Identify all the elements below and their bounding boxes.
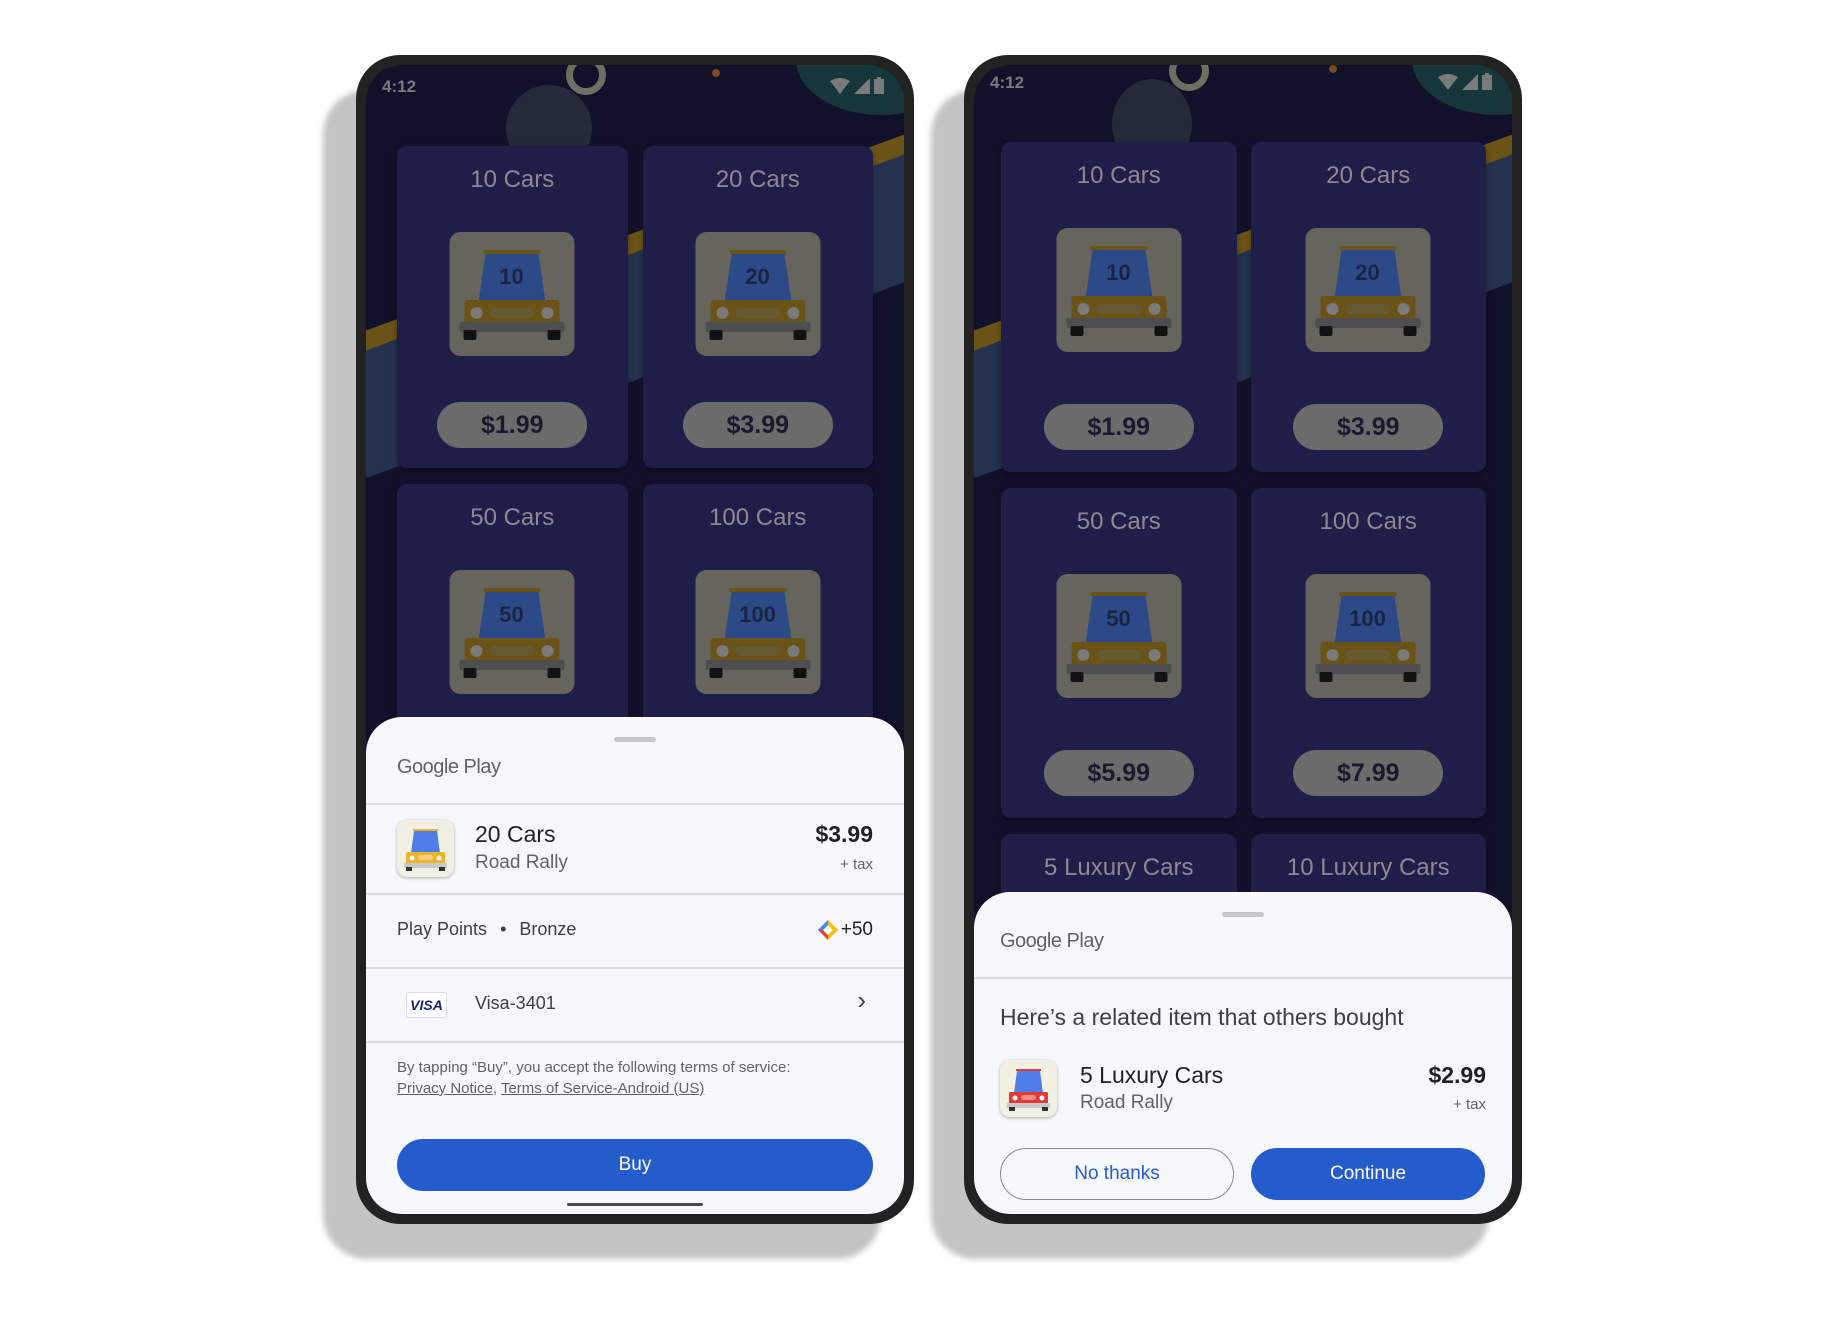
item-tax-note: + tax bbox=[1453, 1096, 1486, 1113]
battery-icon bbox=[1482, 73, 1492, 90]
bg-ring bbox=[566, 65, 606, 95]
status-time: 4:12 bbox=[990, 73, 1025, 92]
car-badge: 50 bbox=[500, 602, 524, 627]
red-car-icon bbox=[1000, 1060, 1057, 1117]
continue-button[interactable]: Continue bbox=[1251, 1148, 1485, 1200]
car-icon: 10 bbox=[449, 232, 575, 356]
price-button[interactable]: $3.99 bbox=[682, 402, 833, 448]
car-icon: 20 bbox=[695, 232, 821, 356]
divider bbox=[974, 977, 1512, 979]
store-card[interactable]: 50 Cars 50 $5.99 bbox=[1001, 488, 1237, 818]
status-icons bbox=[1438, 73, 1492, 90]
terms-of-service-link[interactable]: Terms of Service-Android (US) bbox=[501, 1080, 704, 1097]
play-points-title: Play Points bbox=[397, 919, 488, 939]
divider bbox=[366, 1041, 904, 1043]
screen: 4:12 10 Cars 10 $1.99 20 Cars 20 $3.99 5… bbox=[974, 65, 1512, 1214]
play-points-row: Play Points • Bronze +50 bbox=[366, 895, 904, 967]
store-grid: 10 Cars 10 $1.99 20 Cars 20 $3.99 50 Car… bbox=[1001, 142, 1486, 914]
home-indicator[interactable] bbox=[567, 1203, 703, 1206]
car-icon: 10 bbox=[1056, 228, 1182, 352]
terms-of-service-text: By tapping “Buy”, you accept the followi… bbox=[397, 1057, 873, 1099]
play-points-label: Play Points • Bronze bbox=[397, 919, 576, 940]
status-time: 4:12 bbox=[382, 77, 417, 96]
card-title: 10 Luxury Cars bbox=[1286, 854, 1450, 881]
item-app-name: Road Rally bbox=[475, 852, 568, 873]
payment-method-row[interactable]: VISA Visa-3401 › bbox=[366, 969, 904, 1041]
car-badge: 20 bbox=[1356, 260, 1380, 285]
bg-dot bbox=[712, 69, 720, 77]
car-icon: 50 bbox=[449, 570, 575, 694]
item-app-name: Road Rally bbox=[1080, 1092, 1173, 1113]
bg-dot bbox=[1329, 65, 1337, 73]
wifi-icon bbox=[1438, 74, 1458, 90]
card-title: 20 Cars bbox=[1326, 162, 1411, 189]
car-badge: 20 bbox=[745, 264, 769, 289]
purchase-item-row: 20 Cars Road Rally $3.99 + tax bbox=[366, 805, 904, 893]
car-badge: 50 bbox=[1106, 606, 1130, 631]
store-card[interactable]: 10 Cars 10 $1.99 bbox=[1001, 142, 1237, 472]
car-icon: 50 bbox=[1056, 574, 1182, 698]
screen: 4:12 10 Cars 10 $1.99 20 Cars 20 $3.99 5… bbox=[366, 65, 904, 1214]
play-points-tier: Bronze bbox=[519, 919, 577, 939]
card-title: 50 Cars bbox=[470, 504, 555, 531]
price-button[interactable]: $1.99 bbox=[1043, 404, 1194, 450]
payment-method-label: Visa-3401 bbox=[475, 993, 556, 1013]
google-play-logo: Google Play bbox=[397, 756, 501, 778]
store-grid: 10 Cars 10 $1.99 20 Cars 20 $3.99 50 Car… bbox=[397, 146, 873, 806]
card-title: 10 Cars bbox=[1076, 162, 1161, 189]
wifi-icon bbox=[830, 78, 850, 94]
card-title: 100 Cars bbox=[1319, 508, 1417, 535]
visa-card-icon: VISA bbox=[406, 992, 447, 1018]
privacy-notice-link[interactable]: Privacy Notice bbox=[397, 1080, 493, 1097]
car-badge: 10 bbox=[500, 264, 524, 289]
item-price: $2.99 bbox=[1428, 1062, 1486, 1088]
car-icon: 100 bbox=[1305, 574, 1431, 698]
item-price: $3.99 bbox=[815, 821, 873, 847]
car-icon: 20 bbox=[1305, 228, 1431, 352]
card-title: 50 Cars bbox=[1076, 508, 1161, 535]
price-button[interactable]: $7.99 bbox=[1293, 750, 1444, 796]
cellular-signal-icon bbox=[854, 78, 870, 94]
store-card[interactable]: 10 Cars 10 $1.99 bbox=[397, 146, 628, 468]
item-title: 5 Luxury Cars bbox=[1080, 1062, 1224, 1088]
upsell-bottom-sheet: Google Play Here’s a related item that o… bbox=[974, 892, 1512, 1214]
phone-left: 4:12 10 Cars 10 $1.99 20 Cars 20 $3.99 5… bbox=[356, 55, 914, 1224]
car-badge: 100 bbox=[1349, 606, 1386, 631]
play-points-value: +50 bbox=[840, 919, 873, 940]
item-title: 20 Cars bbox=[475, 821, 556, 847]
car-badge: 10 bbox=[1106, 260, 1130, 285]
sheet-drag-handle[interactable] bbox=[1222, 912, 1264, 917]
car-icon: 100 bbox=[695, 570, 821, 694]
terms-comma: , bbox=[492, 1080, 498, 1097]
card-title: 100 Cars bbox=[709, 504, 807, 531]
price-button[interactable]: $1.99 bbox=[437, 402, 588, 448]
upsell-heading: Here’s a related item that others bought bbox=[1000, 1004, 1404, 1030]
terms-text: By tapping “Buy”, you accept the followi… bbox=[397, 1059, 791, 1076]
play-points-icon bbox=[818, 920, 838, 940]
battery-icon bbox=[874, 77, 884, 94]
price-button[interactable]: $3.99 bbox=[1293, 404, 1444, 450]
store-card[interactable]: 20 Cars 20 $3.99 bbox=[1250, 142, 1486, 472]
cellular-signal-icon bbox=[1462, 74, 1478, 90]
store-card[interactable]: 20 Cars 20 $3.99 bbox=[642, 146, 873, 468]
store-card[interactable]: 100 Cars 100 $7.99 bbox=[1250, 488, 1486, 818]
car-badge: 100 bbox=[739, 602, 776, 627]
chevron-right-icon[interactable]: › bbox=[857, 985, 866, 1016]
card-title: 5 Luxury Cars bbox=[1044, 854, 1194, 881]
google-play-logo: Google Play bbox=[1000, 930, 1104, 952]
separator-dot: • bbox=[500, 919, 507, 939]
status-icons bbox=[830, 77, 884, 94]
yellow-car-icon bbox=[397, 820, 454, 877]
buy-button[interactable]: Buy bbox=[397, 1139, 873, 1191]
item-tax-note: + tax bbox=[840, 856, 873, 873]
card-title: 10 Cars bbox=[470, 166, 555, 193]
upsell-item-row[interactable]: 5 Luxury Cars Road Rally $2.99 + tax bbox=[974, 1052, 1512, 1132]
phone-right: 4:12 10 Cars 10 $1.99 20 Cars 20 $3.99 5… bbox=[964, 55, 1522, 1224]
card-title: 20 Cars bbox=[715, 166, 800, 193]
price-button[interactable]: $5.99 bbox=[1043, 750, 1194, 796]
no-thanks-button[interactable]: No thanks bbox=[1000, 1148, 1234, 1200]
purchase-bottom-sheet: Google Play 20 Cars Road Rally $3.99 + t… bbox=[366, 717, 904, 1214]
sheet-drag-handle[interactable] bbox=[614, 737, 656, 742]
